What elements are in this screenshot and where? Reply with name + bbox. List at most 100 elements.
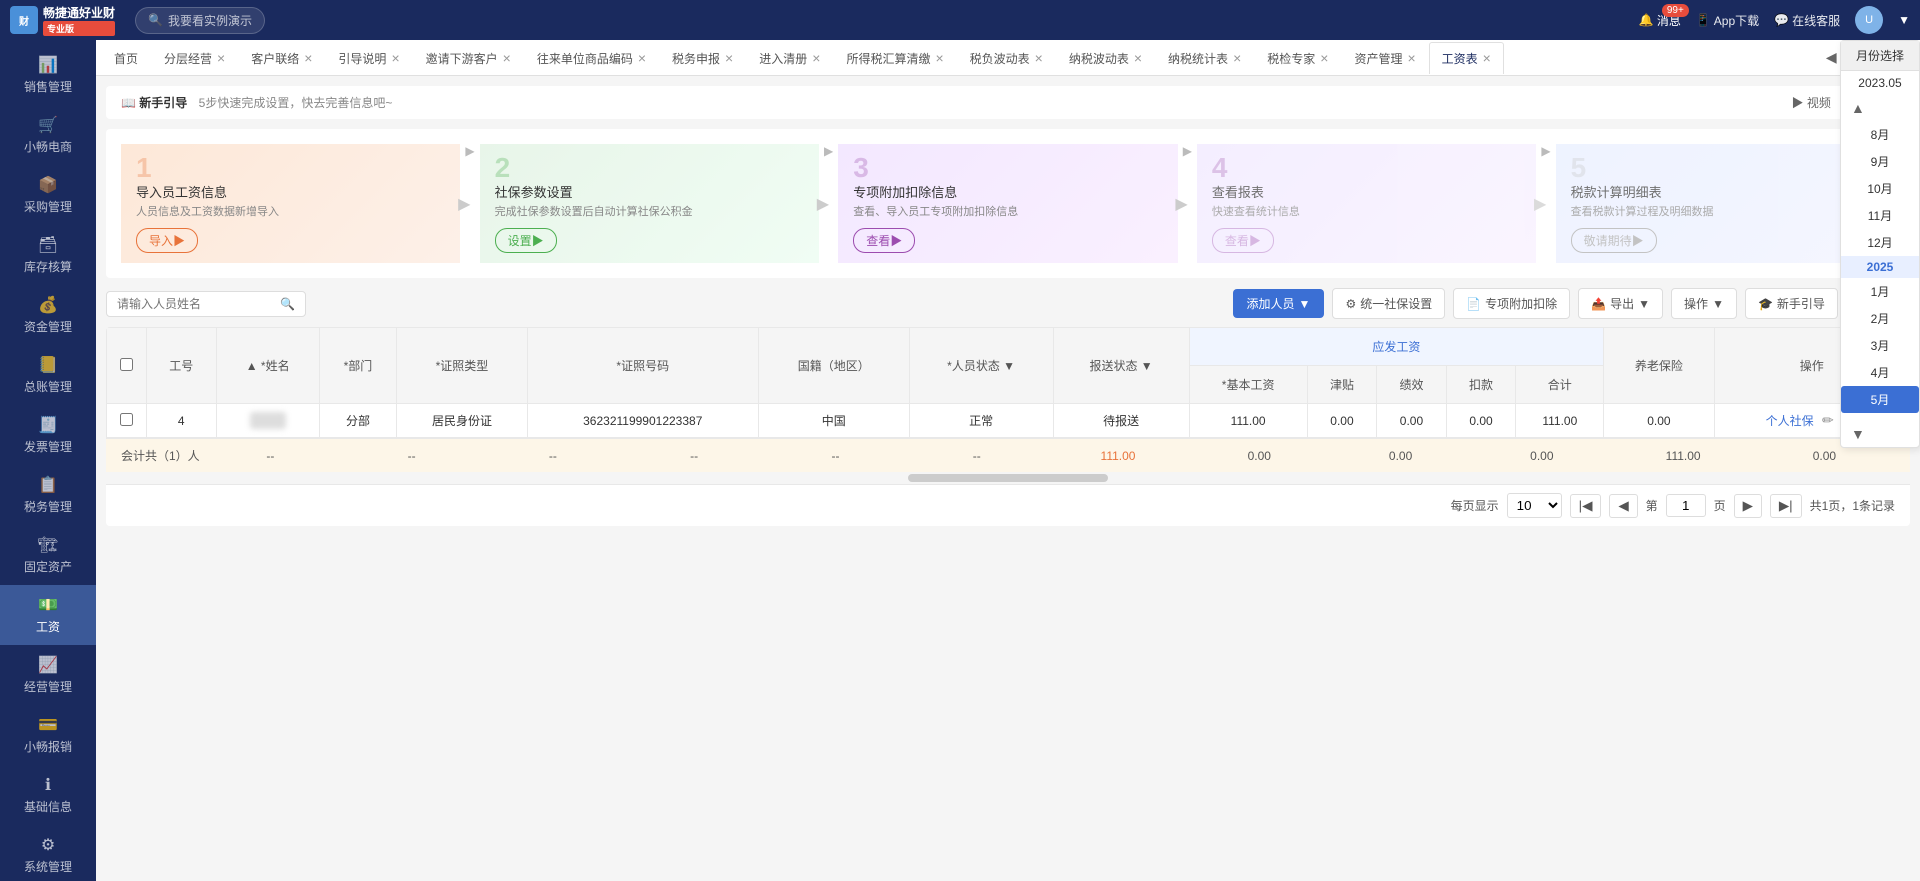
search-submit-icon[interactable]: 🔍 — [280, 297, 295, 311]
sidebar-item-tax[interactable]: 📋 税务管理 — [0, 465, 96, 525]
app-download-button[interactable]: 📱 App下载 — [1696, 12, 1759, 29]
tab-tax-expert-close[interactable]: × — [1320, 51, 1328, 65]
sidebar-item-invoice[interactable]: 🧾 发票管理 — [0, 405, 96, 465]
search-input-wrap[interactable]: 🔍 — [106, 291, 306, 317]
month-list: 8月 9月 10月 11月 12月 2025 1月 2月 3月 4月 5月 6月… — [1841, 121, 1919, 421]
tab-product-code[interactable]: 往来单位商品编码× — [524, 42, 659, 74]
step-4-title: 查看报表 — [1212, 182, 1521, 201]
month-item-12[interactable]: 12月 — [1841, 229, 1919, 256]
tab-customer-close[interactable]: × — [304, 51, 312, 65]
sidebar-item-ecommerce[interactable]: 🛒 小畅电商 — [0, 105, 96, 165]
month-item-5[interactable]: 5月 — [1841, 386, 1919, 413]
tab-salary-close[interactable]: × — [1483, 51, 1491, 65]
sidebar-item-ledger[interactable]: 📒 总账管理 — [0, 345, 96, 405]
last-page-button[interactable]: ▶| — [1770, 494, 1802, 518]
tab-tax-expert[interactable]: 税检专家× — [1254, 42, 1341, 74]
tab-income-tax-close[interactable]: × — [935, 51, 943, 65]
sidebar-item-inventory[interactable]: 🗃 库存核算 — [0, 225, 96, 285]
tab-customer[interactable]: 客户联络× — [238, 42, 325, 74]
tab-stratified[interactable]: 分层经营× — [151, 42, 238, 74]
next-page-button[interactable]: ▶ — [1734, 494, 1762, 518]
tab-tax-declare[interactable]: 税务申报× — [659, 42, 746, 74]
sidebar-item-salary[interactable]: 💵 工资 — [0, 585, 96, 645]
tab-product-code-close[interactable]: × — [638, 51, 646, 65]
footer-pension: 0.00 — [1754, 449, 1895, 463]
step-1-button[interactable]: 导入▶ — [136, 228, 198, 253]
month-item-3[interactable]: 3月 — [1841, 332, 1919, 359]
month-item-2[interactable]: 2月 — [1841, 305, 1919, 332]
search-input[interactable] — [117, 297, 275, 311]
action-social-insurance-link[interactable]: 个人社保 — [1766, 414, 1814, 428]
tab-invite[interactable]: 邀请下游客户× — [413, 42, 524, 74]
tab-clearance[interactable]: 进入清册× — [746, 42, 833, 74]
sidebar-item-system[interactable]: ⚙ 系统管理 — [0, 825, 96, 881]
add-person-button[interactable]: 添加人员 ▼ — [1233, 289, 1325, 318]
user-settings-icon[interactable]: ▼ — [1898, 13, 1910, 27]
tab-tax-declare-close[interactable]: × — [725, 51, 733, 65]
step-5-button[interactable]: 敬请期待▶ — [1571, 228, 1657, 253]
first-page-button[interactable]: |◀ — [1570, 494, 1602, 518]
month-item-1[interactable]: 1月 — [1841, 278, 1919, 305]
tab-tax-wave2-close[interactable]: × — [1134, 51, 1142, 65]
prev-page-button[interactable]: ◀ — [1609, 494, 1637, 518]
month-item-11[interactable]: 11月 — [1841, 202, 1919, 229]
export-button[interactable]: 📤 导出 ▼ — [1578, 288, 1663, 319]
online-service-button[interactable]: 💬 在线客服 — [1774, 12, 1840, 29]
tab-home[interactable]: 首页 — [101, 42, 151, 74]
footer-dash-3: -- — [482, 449, 623, 463]
tab-salary[interactable]: 工资表× — [1429, 42, 1504, 74]
row-checkbox[interactable] — [120, 413, 133, 426]
social-insurance-setting-button[interactable]: ⚙ 统一社保设置 — [1332, 288, 1445, 319]
month-item-8[interactable]: 8月 — [1841, 121, 1919, 148]
demo-search-bar[interactable]: 🔍 我要看实例演示 — [135, 7, 265, 34]
employee-name-blurred: 张某某 — [250, 412, 286, 429]
month-down-button[interactable]: ▼ — [1846, 424, 1870, 444]
action-edit-icon[interactable]: ✏ — [1822, 412, 1834, 428]
month-up-button[interactable]: ▲ — [1846, 98, 1870, 118]
sidebar-item-assets[interactable]: 🏗 固定资产 — [0, 525, 96, 585]
tab-stratified-close[interactable]: × — [217, 51, 225, 65]
extra-deduction-button[interactable]: 📄 专项附加扣除 — [1453, 288, 1570, 319]
sidebar-item-purchase[interactable]: 📦 采购管理 — [0, 165, 96, 225]
tab-bar: 首页 分层经营× 客户联络× 引导说明× 邀请下游客户× 往来单位商品编码× 税… — [96, 40, 1920, 76]
guide-video-link[interactable]: ▶ 视频 — [1792, 94, 1831, 111]
header-search-area: 🔍 我要看实例演示 — [135, 7, 1619, 34]
step-2-button[interactable]: 设置▶ — [495, 228, 557, 253]
table-footer: 会计共（1）人 -- -- -- -- -- -- 111.00 0.00 0.… — [106, 438, 1910, 472]
select-all-checkbox[interactable] — [120, 358, 133, 371]
tab-tax-wave-close[interactable]: × — [1035, 51, 1043, 65]
tab-guide-desc[interactable]: 引导说明× — [325, 42, 412, 74]
tab-tax-stat[interactable]: 纳税统计表× — [1155, 42, 1254, 74]
new-guide-button[interactable]: 🎓 新手引导 — [1745, 288, 1838, 319]
sidebar-item-operations[interactable]: 📈 经营管理 — [0, 645, 96, 705]
tab-assets[interactable]: 资产管理× — [1341, 42, 1428, 74]
sidebar-item-finance[interactable]: 💰 资金管理 — [0, 285, 96, 345]
step-4-button[interactable]: 查看▶ — [1212, 228, 1274, 253]
tab-guide-desc-close[interactable]: × — [391, 51, 399, 65]
tab-tax-wave2[interactable]: 纳税波动表× — [1056, 42, 1155, 74]
tab-clearance-close[interactable]: × — [812, 51, 820, 65]
sidebar-item-expense[interactable]: 💳 小畅报销 — [0, 705, 96, 765]
notification-button[interactable]: 🔔 消息 99+ — [1639, 12, 1681, 29]
scroll-thumb[interactable] — [908, 474, 1108, 482]
month-item-9[interactable]: 9月 — [1841, 148, 1919, 175]
step-3-button[interactable]: 查看▶ — [853, 228, 915, 253]
cell-allowance: 0.00 — [1307, 404, 1377, 438]
download-icon: 📱 — [1696, 13, 1711, 27]
tab-home-label: 首页 — [114, 50, 138, 67]
tab-invite-close[interactable]: × — [503, 51, 511, 65]
tab-tax-wave[interactable]: 税负波动表 × — [957, 42, 1056, 74]
user-avatar[interactable]: U — [1855, 6, 1883, 34]
tab-tax-stat-close[interactable]: × — [1233, 51, 1241, 65]
sidebar-item-sales[interactable]: 📊 销售管理 — [0, 45, 96, 105]
tab-income-tax[interactable]: 所得税汇算清缴× — [833, 42, 956, 74]
month-item-6[interactable]: 6月 — [1841, 413, 1919, 421]
sidebar-item-basic[interactable]: ℹ 基础信息 — [0, 765, 96, 825]
operation-button[interactable]: 操作 ▼ — [1671, 288, 1737, 319]
page-input[interactable] — [1666, 494, 1706, 517]
month-item-4[interactable]: 4月 — [1841, 359, 1919, 386]
tab-tax-wave-label: 税负波动表 — [970, 50, 1030, 67]
tab-assets-close[interactable]: × — [1407, 51, 1415, 65]
per-page-select[interactable]: 10 20 50 100 — [1507, 493, 1562, 518]
month-item-10[interactable]: 10月 — [1841, 175, 1919, 202]
